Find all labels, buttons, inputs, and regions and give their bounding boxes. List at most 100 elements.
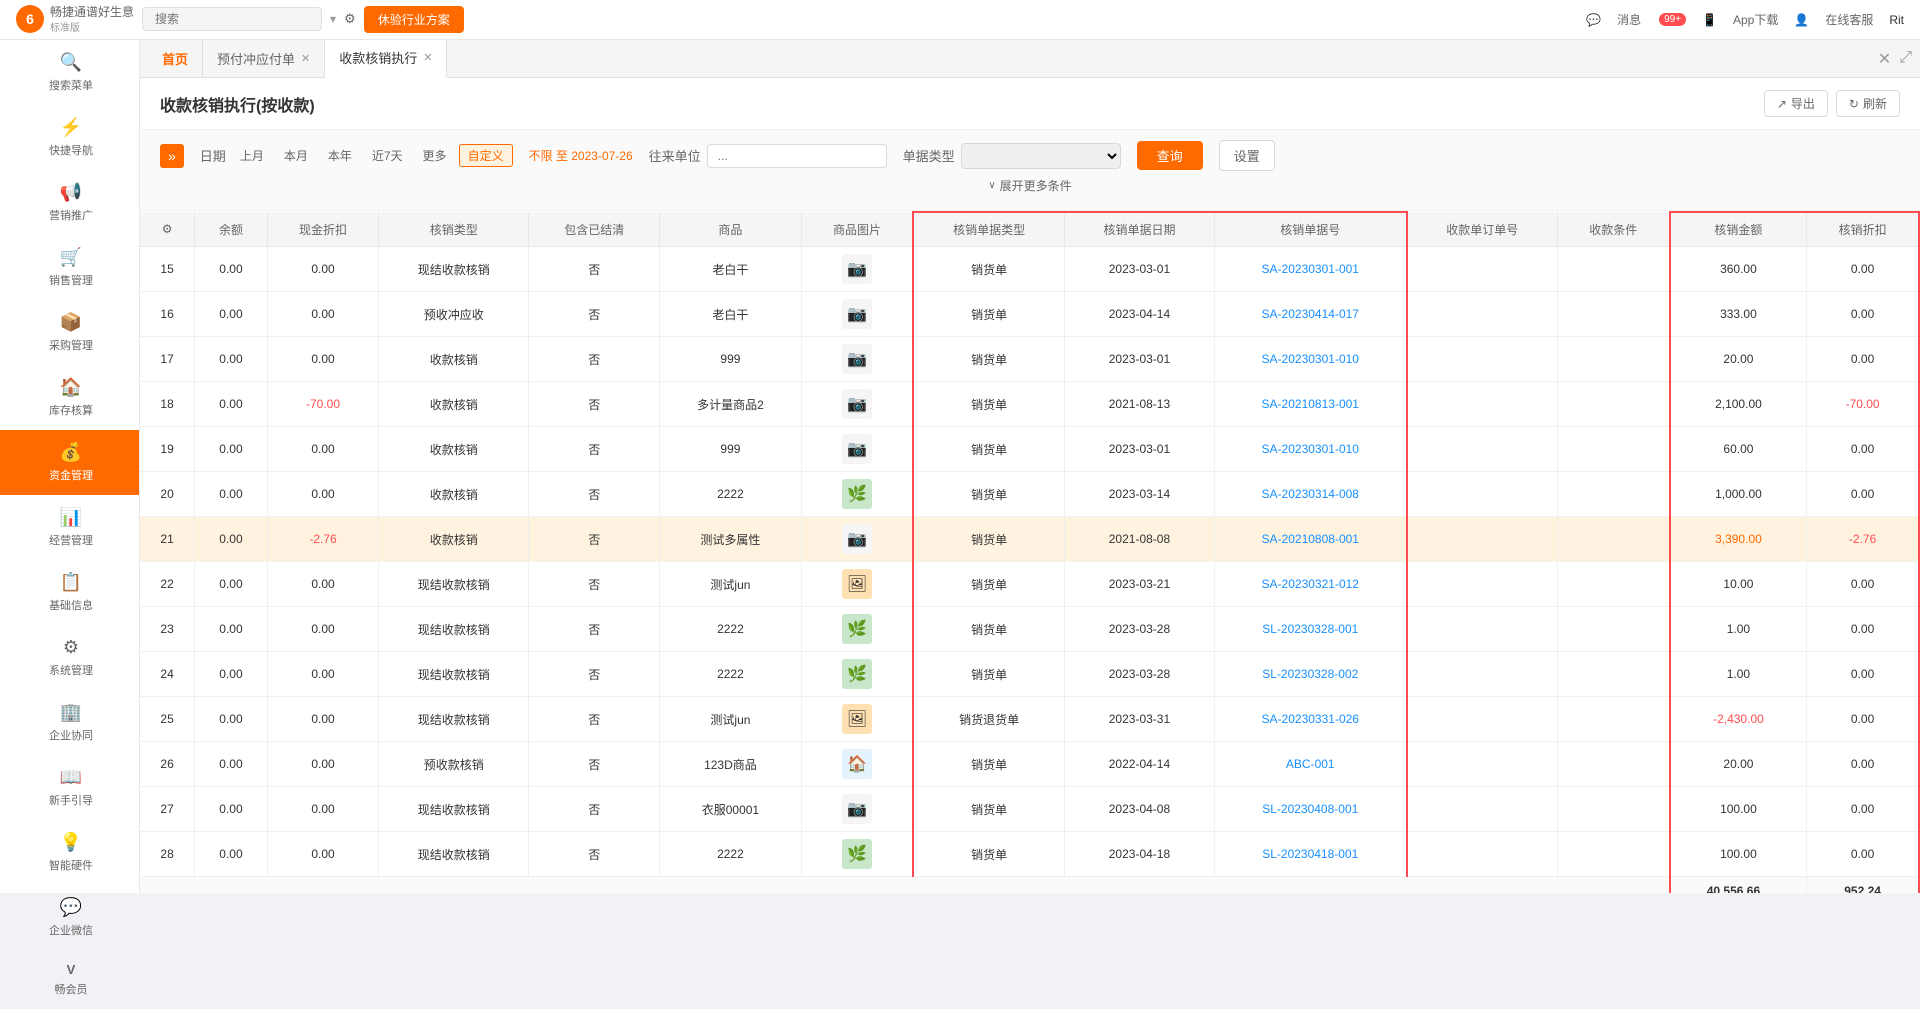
sidebar-item-enterprise[interactable]: 🏢 企业协同: [0, 690, 139, 755]
doc-no-link[interactable]: SA-20230301-010: [1262, 442, 1359, 456]
cancel-doc-no-cell[interactable]: SA-20230414-017: [1215, 292, 1407, 337]
cancel-doc-no-cell[interactable]: SA-20230314-008: [1215, 472, 1407, 517]
receipt-tab-close[interactable]: ✕: [423, 51, 432, 64]
col-include-settled-header: 包含已结清: [529, 212, 660, 247]
doc-no-link[interactable]: SL-20230418-001: [1262, 847, 1358, 861]
cash-discount-cell: 0.00: [267, 787, 378, 832]
sidebar-item-quick-nav[interactable]: ⚡ 快捷导航: [0, 105, 139, 170]
cancel-doc-no-cell[interactable]: ABC-001: [1215, 742, 1407, 787]
doc-no-link[interactable]: SL-20230328-001: [1262, 622, 1358, 636]
sidebar-item-system[interactable]: ⚙ 系统管理: [0, 625, 139, 690]
cancel-doc-no-cell[interactable]: SL-20230418-001: [1215, 832, 1407, 877]
counterparty-input[interactable]: [707, 144, 887, 168]
product-image: 🌿: [842, 479, 872, 509]
footer-cancel-discount: 952.24: [1807, 877, 1919, 894]
page-header: 收款核销执行(按收款) ↗ 导出 ↻ 刷新: [140, 78, 1920, 130]
app-download-label[interactable]: App下载: [1733, 11, 1778, 28]
date-btn-last-month[interactable]: 上月: [232, 145, 272, 166]
doc-no-link[interactable]: SA-20230301-001: [1262, 262, 1359, 276]
message-badge: 99+: [1659, 13, 1686, 26]
expand-more-conditions[interactable]: ∨ 展开更多条件: [160, 171, 1900, 200]
prepay-tab-close[interactable]: ✕: [301, 52, 310, 65]
gear-icon[interactable]: ⚙: [344, 11, 356, 27]
cancel-doc-no-cell[interactable]: SL-20230328-001: [1215, 607, 1407, 652]
setting-button[interactable]: 设置: [1219, 140, 1275, 171]
filter-expand-arrow[interactable]: »: [160, 144, 184, 168]
dropdown-icon[interactable]: ▾: [330, 12, 336, 26]
cancel-doc-no-cell[interactable]: SA-20230331-026: [1215, 697, 1407, 742]
cancel-doc-no-cell[interactable]: SA-20230301-010: [1215, 337, 1407, 382]
include-settled-cell: 否: [529, 607, 660, 652]
cancel-doc-no-cell[interactable]: SL-20230408-001: [1215, 787, 1407, 832]
cancel-type-cell: 现结收款核销: [379, 247, 529, 292]
doc-no-link[interactable]: SL-20230328-002: [1262, 667, 1358, 681]
tab-prepay[interactable]: 预付冲应付单 ✕: [203, 40, 325, 78]
sidebar-item-finance[interactable]: 💰 资金管理: [0, 430, 139, 495]
doc-no-link[interactable]: SL-20230408-001: [1262, 802, 1358, 816]
tab-maximize-icon[interactable]: ⤢: [1899, 49, 1912, 69]
refresh-button[interactable]: ↻ 刷新: [1836, 90, 1900, 117]
product-image: 📷: [842, 344, 872, 374]
sidebar-item-purchase[interactable]: 📦 采购管理: [0, 300, 139, 365]
date-btn-7days[interactable]: 近7天: [364, 145, 411, 166]
cancel-doc-no-cell[interactable]: SA-20210813-001: [1215, 382, 1407, 427]
date-btn-this-year[interactable]: 本年: [320, 145, 360, 166]
tab-receipt[interactable]: 收款核销执行 ✕: [325, 40, 447, 78]
doc-no-link[interactable]: SA-20230314-008: [1262, 487, 1359, 501]
tab-home[interactable]: 首页: [148, 40, 203, 78]
cancel-doc-no-cell[interactable]: SA-20230301-001: [1215, 247, 1407, 292]
doc-no-link[interactable]: SA-20210813-001: [1262, 397, 1359, 411]
sidebar-item-sales[interactable]: 🛒 销售管理: [0, 235, 139, 300]
product-cell: 999: [660, 427, 802, 472]
sidebar-label-wechat: 企业微信: [49, 922, 93, 938]
doc-no-link[interactable]: SA-20230414-017: [1262, 307, 1359, 321]
query-button[interactable]: 查询: [1137, 141, 1203, 170]
date-btn-this-month[interactable]: 本月: [276, 145, 316, 166]
doc-no-link[interactable]: SA-20210808-001: [1262, 532, 1359, 546]
sidebar-item-guide[interactable]: 📖 新手引导: [0, 755, 139, 820]
doc-no-link[interactable]: SA-20230331-026: [1262, 712, 1359, 726]
tab-close-all-icon[interactable]: ✕: [1878, 49, 1891, 69]
user-name[interactable]: Rit: [1889, 13, 1904, 27]
date-btn-custom[interactable]: 自定义: [459, 144, 513, 167]
receipt-condition-cell: [1557, 742, 1669, 787]
product-image-cell: 📷: [801, 337, 913, 382]
cancel-doc-no-cell[interactable]: SA-20230301-010: [1215, 427, 1407, 472]
sidebar-item-hardware[interactable]: 💡 智能硬件: [0, 820, 139, 885]
cash-discount-cell: 0.00: [267, 562, 378, 607]
sidebar-item-basic-info[interactable]: 📋 基础信息: [0, 560, 139, 625]
product-image: 📷: [842, 434, 872, 464]
solution-button[interactable]: 休验行业方案: [364, 6, 464, 33]
sidebar-item-marketing[interactable]: 📢 营销推广: [0, 170, 139, 235]
online-service-label[interactable]: 在线客服: [1825, 11, 1873, 28]
sidebar-item-vip[interactable]: V 畅会员: [0, 950, 139, 1009]
hardware-icon: 💡: [60, 832, 82, 853]
col-settings-header[interactable]: ⚙: [140, 212, 195, 247]
doc-type-select[interactable]: [961, 143, 1121, 169]
cancel-doc-no-cell[interactable]: SA-20230321-012: [1215, 562, 1407, 607]
cancel-type-cell: 现结收款核销: [379, 787, 529, 832]
sidebar-item-wechat[interactable]: 💬 企业微信: [0, 885, 139, 950]
data-table: ⚙ 余额 现金折扣 核销类型 包含已结清 商品 商品图片 核销单据类型 核销单据…: [140, 211, 1920, 893]
cancel-doc-no-cell[interactable]: SL-20230328-002: [1215, 652, 1407, 697]
sidebar-item-operations[interactable]: 📊 经营管理: [0, 495, 139, 560]
doc-no-link[interactable]: ABC-001: [1286, 757, 1335, 771]
seq-cell: 24: [140, 652, 195, 697]
doc-no-link[interactable]: SA-20230301-010: [1262, 352, 1359, 366]
cancel-doc-no-cell[interactable]: SA-20210808-001: [1215, 517, 1407, 562]
system-icon: ⚙: [63, 637, 79, 658]
page-actions: ↗ 导出 ↻ 刷新: [1764, 90, 1900, 117]
topbar-right: 💬 消息 99+ 📱 App下载 👤 在线客服 Rit: [1586, 11, 1904, 28]
export-button[interactable]: ↗ 导出: [1764, 90, 1828, 117]
message-label[interactable]: 消息: [1617, 11, 1641, 28]
product-image: 📷: [842, 299, 872, 329]
receipt-condition-cell: [1557, 517, 1669, 562]
cancel-doc-date-cell: 2021-08-08: [1064, 517, 1214, 562]
doc-no-link[interactable]: SA-20230321-012: [1262, 577, 1359, 591]
date-btn-more[interactable]: 更多: [415, 145, 455, 166]
search-input[interactable]: [142, 7, 322, 31]
receipt-condition-cell: [1557, 337, 1669, 382]
receipt-condition-cell: [1557, 607, 1669, 652]
sidebar-item-search-menu[interactable]: 🔍 搜索菜单: [0, 40, 139, 105]
sidebar-item-inventory[interactable]: 🏠 库存核算: [0, 365, 139, 430]
